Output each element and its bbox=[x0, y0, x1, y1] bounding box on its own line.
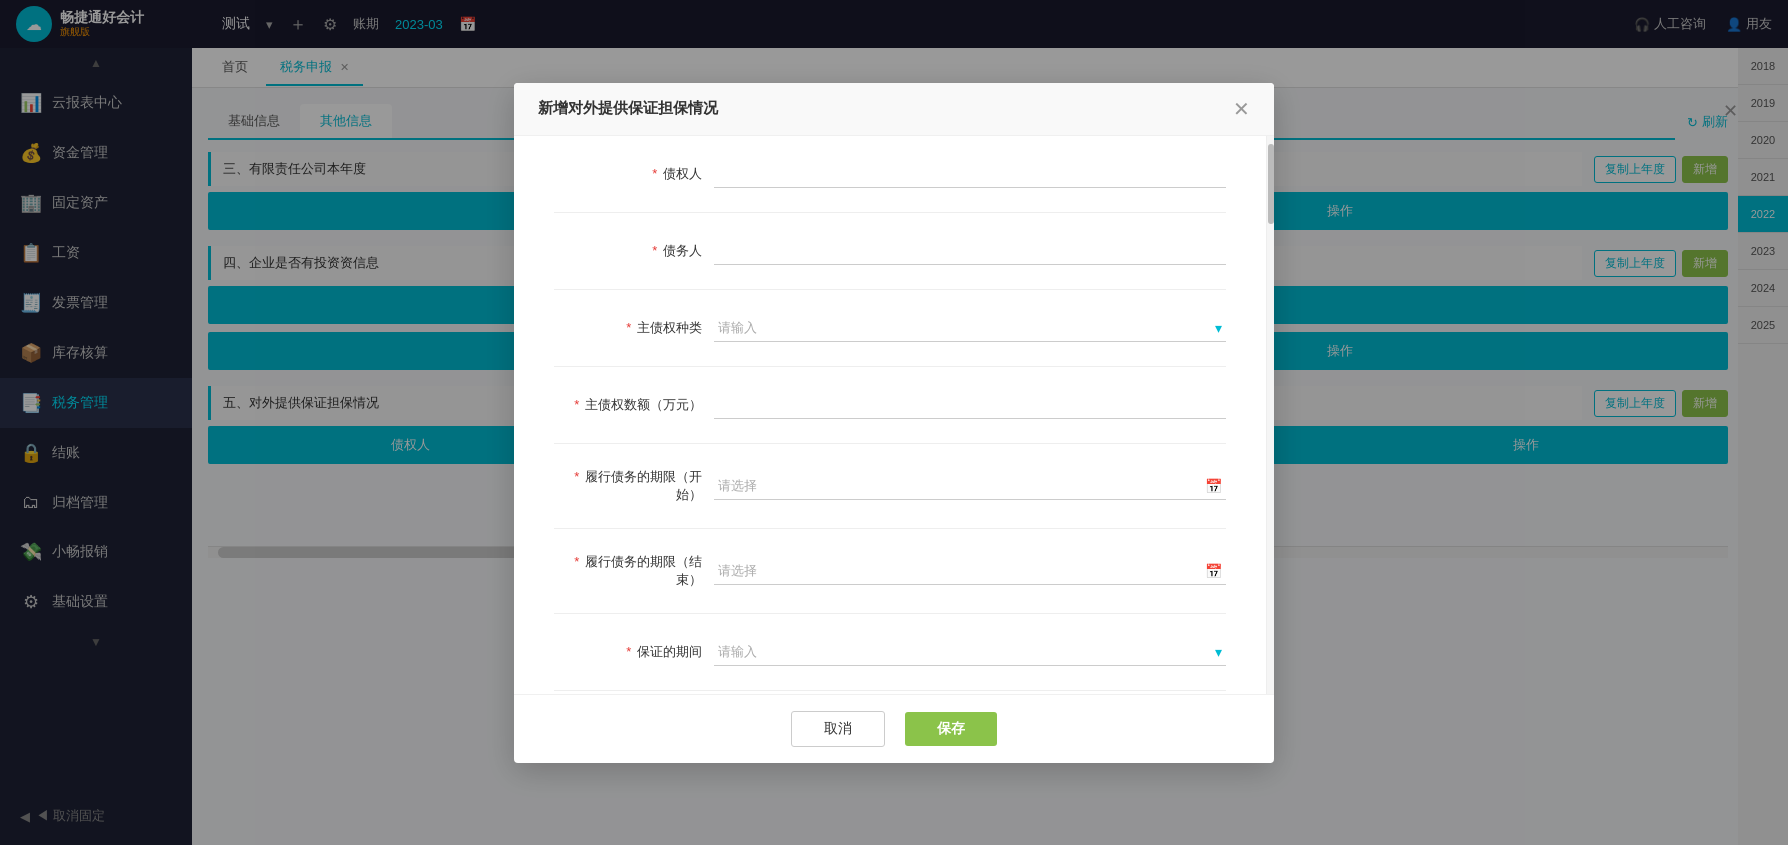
label-debtor: * 债务人 bbox=[554, 242, 714, 260]
input-claim-type[interactable] bbox=[714, 314, 1226, 342]
label-period-end: * 履行债务的期限（结束） bbox=[554, 553, 714, 589]
input-claim-amount[interactable] bbox=[714, 391, 1226, 419]
label-period-start: * 履行债务的期限（开始） bbox=[554, 468, 714, 504]
cancel-button[interactable]: 取消 bbox=[791, 711, 885, 747]
guarantee-period-dropdown-icon[interactable]: ▾ bbox=[1215, 644, 1222, 660]
divider-1 bbox=[554, 212, 1226, 213]
input-wrapper-period-start: 📅 bbox=[714, 472, 1226, 500]
input-period-start[interactable] bbox=[714, 472, 1226, 500]
input-wrapper-debtor bbox=[714, 237, 1226, 265]
input-wrapper-creditor bbox=[714, 160, 1226, 188]
input-debtor[interactable] bbox=[714, 237, 1226, 265]
modal-header: 新增对外提供保证担保情况 ✕ bbox=[514, 83, 1274, 136]
save-button[interactable]: 保存 bbox=[905, 712, 997, 746]
input-wrapper-claim-type: ▾ bbox=[714, 314, 1226, 342]
field-period-end: * 履行债务的期限（结束） 📅 bbox=[554, 553, 1226, 589]
field-claim-type: * 主债权种类 ▾ bbox=[554, 314, 1226, 342]
input-wrapper-period-end: 📅 bbox=[714, 557, 1226, 585]
modal-close-button[interactable]: ✕ bbox=[1233, 99, 1250, 119]
label-claim-amount: * 主债权数额（万元） bbox=[554, 396, 714, 414]
modal-footer: 取消 保存 bbox=[514, 694, 1274, 763]
input-wrapper-guarantee-period: ▾ bbox=[714, 638, 1226, 666]
modal-scrollbar[interactable] bbox=[1266, 136, 1274, 694]
modal-body: * 债权人 * 债务人 bbox=[514, 136, 1266, 694]
divider-5 bbox=[554, 528, 1226, 529]
modal-title: 新增对外提供保证担保情况 bbox=[538, 99, 718, 118]
field-period-start: * 履行债务的期限（开始） 📅 bbox=[554, 468, 1226, 504]
label-creditor: * 债权人 bbox=[554, 165, 714, 183]
calendar-start-icon[interactable]: 📅 bbox=[1205, 478, 1222, 494]
divider-6 bbox=[554, 613, 1226, 614]
modal-scroll-thumb[interactable] bbox=[1268, 144, 1274, 224]
field-creditor: * 债权人 bbox=[554, 160, 1226, 188]
calendar-end-icon[interactable]: 📅 bbox=[1205, 563, 1222, 579]
modal-overlay: 新增对外提供保证担保情况 ✕ * 债权人 bbox=[0, 0, 1788, 845]
input-wrapper-claim-amount bbox=[714, 391, 1226, 419]
divider-7 bbox=[554, 690, 1226, 691]
divider-4 bbox=[554, 443, 1226, 444]
modal: 新增对外提供保证担保情况 ✕ * 债权人 bbox=[514, 83, 1274, 763]
input-period-end[interactable] bbox=[714, 557, 1226, 585]
claim-type-dropdown-icon[interactable]: ▾ bbox=[1215, 320, 1222, 336]
divider-3 bbox=[554, 366, 1226, 367]
label-claim-type: * 主债权种类 bbox=[554, 319, 714, 337]
label-guarantee-period: * 保证的期间 bbox=[554, 643, 714, 661]
field-debtor: * 债务人 bbox=[554, 237, 1226, 265]
divider-2 bbox=[554, 289, 1226, 290]
field-claim-amount: * 主债权数额（万元） bbox=[554, 391, 1226, 419]
input-guarantee-period[interactable] bbox=[714, 638, 1226, 666]
field-guarantee-period: * 保证的期间 ▾ bbox=[554, 638, 1226, 666]
input-creditor[interactable] bbox=[714, 160, 1226, 188]
